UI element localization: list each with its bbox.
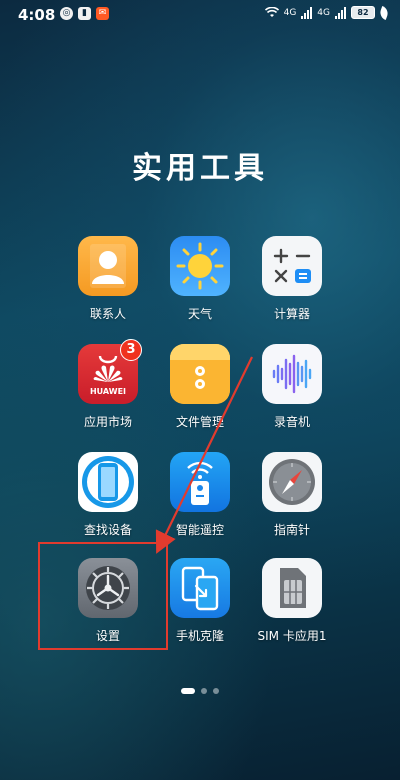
- compass-icon: [262, 452, 322, 512]
- page-dot: [213, 688, 219, 694]
- status-right: 4G 4G 82: [264, 5, 390, 20]
- app-file-manager[interactable]: 文件管理: [150, 344, 250, 430]
- page-indicator[interactable]: [0, 688, 400, 694]
- highlight-box: [38, 542, 168, 650]
- app-label: 查找设备: [83, 523, 132, 537]
- app-smart-remote[interactable]: 智能遥控: [150, 452, 250, 538]
- app-contacts[interactable]: 联系人: [58, 236, 158, 322]
- folder-title: 实用工具: [132, 151, 268, 186]
- wifi-icon: [264, 7, 279, 17]
- recorder-icon: [262, 344, 322, 404]
- contacts-icon: [78, 236, 138, 296]
- app-app-market[interactable]: 3 HUAWEI 应用市场: [58, 339, 158, 430]
- signal-icon: [335, 6, 346, 19]
- app-label: 应用市场: [83, 415, 132, 429]
- app-label: 文件管理: [175, 415, 224, 429]
- file-manager-icon: [170, 344, 230, 404]
- app-compass[interactable]: 指南针: [242, 452, 342, 538]
- app-sim-card[interactable]: SIM 卡应用1: [242, 558, 342, 644]
- network-type-2: 4G: [317, 7, 330, 18]
- app-label: 计算器: [273, 307, 310, 321]
- notification-icon: ◎: [60, 7, 73, 20]
- page-dot: [201, 688, 207, 694]
- network-type-1: 4G: [283, 7, 297, 18]
- calculator-icon: [262, 236, 322, 296]
- huawei-brand-text: HUAWEI: [89, 387, 127, 396]
- app-label: SIM 卡应用1: [257, 629, 327, 643]
- find-device-icon: [78, 452, 138, 512]
- app-label: 联系人: [89, 307, 126, 321]
- signal-icon: [301, 6, 313, 19]
- notification-badge: 3: [120, 339, 142, 361]
- app-find-device[interactable]: 查找设备: [58, 452, 158, 538]
- app-calculator[interactable]: 计算器: [242, 236, 342, 322]
- sim-notification-icon: ▮: [78, 7, 91, 20]
- phone-clone-icon: [170, 558, 230, 618]
- smart-remote-icon: [170, 452, 230, 512]
- leaf-icon: [378, 5, 390, 20]
- app-notification-icon: ✉: [96, 7, 109, 20]
- app-label: 录音机: [273, 415, 310, 429]
- page-dot-active: [181, 688, 195, 694]
- app-weather[interactable]: 天气: [150, 236, 250, 322]
- notification-icons: ◎ ▮ ✉: [60, 7, 109, 20]
- app-label: 指南针: [273, 523, 310, 537]
- app-label: 天气: [187, 307, 212, 321]
- app-recorder[interactable]: 录音机: [242, 344, 342, 430]
- app-label: 智能遥控: [175, 523, 224, 537]
- status-time: 4:08: [18, 6, 56, 24]
- status-bar: 4:08 ◎ ▮ ✉ 4G 4G 82: [0, 0, 400, 30]
- weather-icon: [170, 236, 230, 296]
- sim-card-icon: [262, 558, 322, 618]
- battery-icon: 82: [351, 6, 375, 19]
- battery-level: 82: [357, 8, 369, 17]
